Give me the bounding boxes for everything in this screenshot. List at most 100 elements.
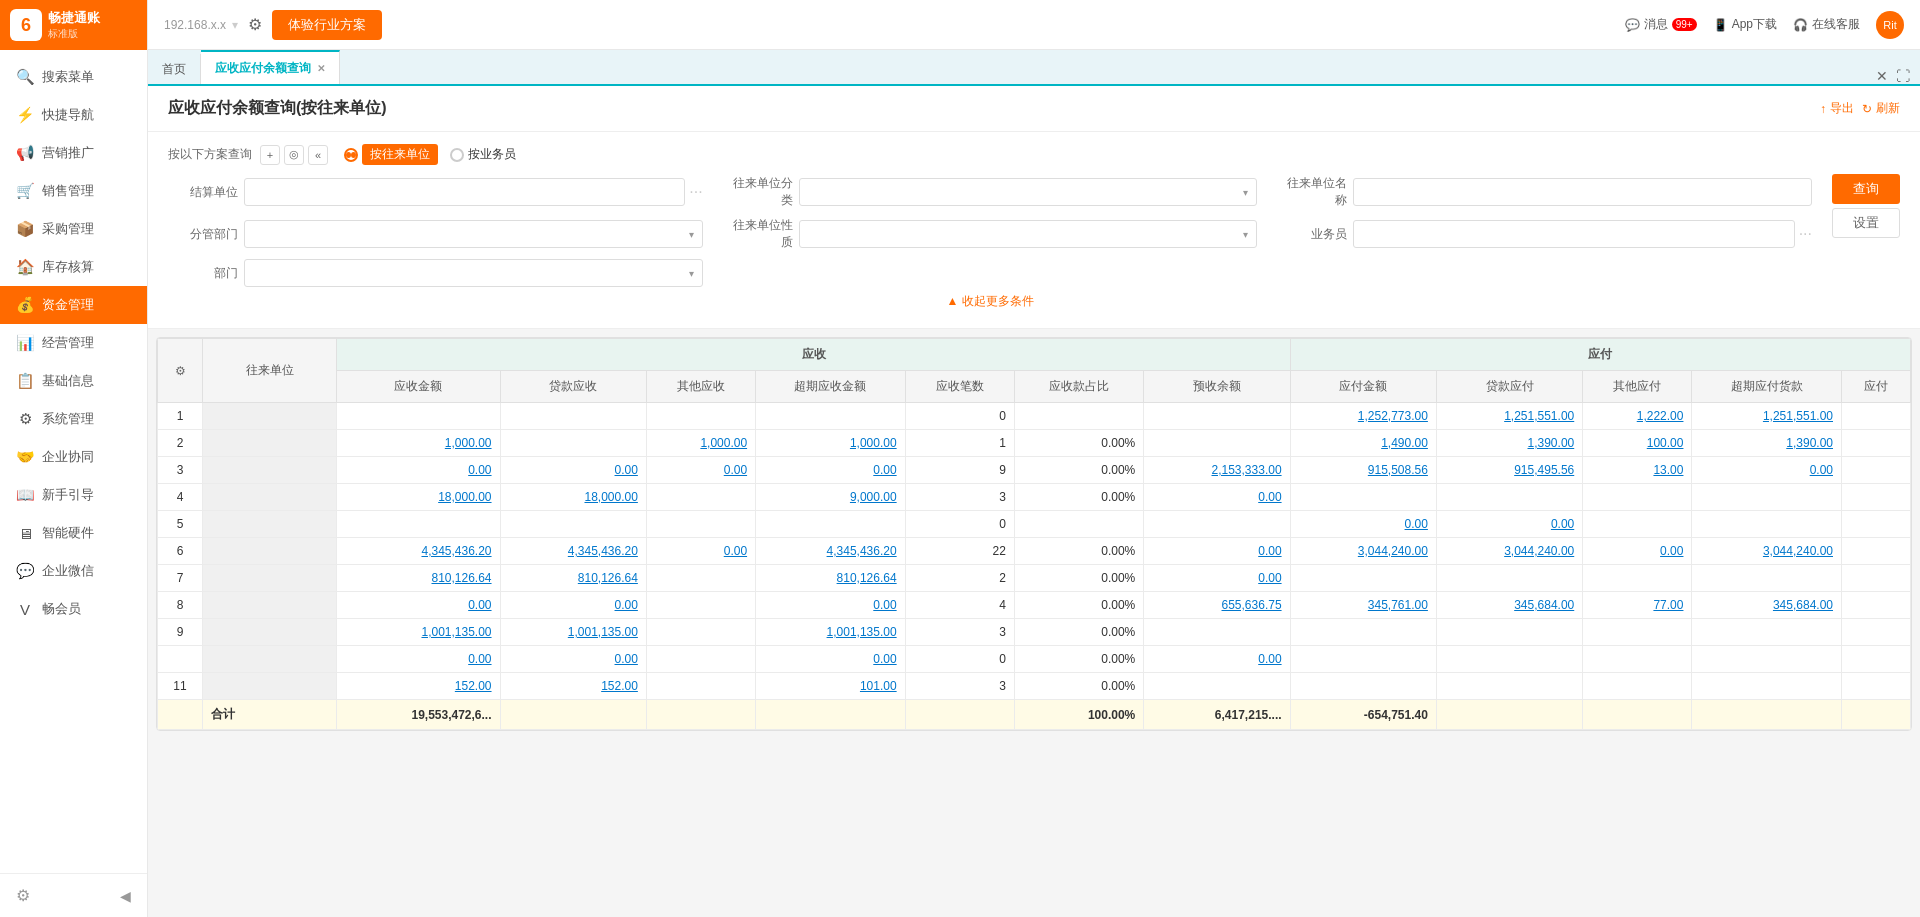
sidebar-item-搜索菜单[interactable]: 🔍 搜索菜单 bbox=[0, 58, 147, 96]
dept-select[interactable]: ▾ bbox=[244, 220, 703, 248]
online-service-action[interactable]: 🎧 在线客服 bbox=[1793, 16, 1860, 33]
ar_overdue-cell[interactable]: 0.00 bbox=[756, 592, 906, 619]
sidebar-item-新手引导[interactable]: 📖 新手引导 bbox=[0, 476, 147, 514]
tab-expand-icon[interactable]: ⛶ bbox=[1896, 68, 1910, 84]
ar_prepay-cell[interactable]: 0.00 bbox=[1144, 565, 1290, 592]
sidebar-item-企业微信[interactable]: 💬 企业微信 bbox=[0, 552, 147, 590]
ar_amount-cell[interactable]: 4,345,436.20 bbox=[337, 538, 500, 565]
ap_amount-cell[interactable]: 345,761.00 bbox=[1290, 592, 1436, 619]
tab-home[interactable]: 首页 bbox=[148, 54, 201, 84]
ap_amount-cell[interactable]: 1,252,773.00 bbox=[1290, 403, 1436, 430]
ar_amount-cell[interactable]: 18,000.00 bbox=[337, 484, 500, 511]
ap_loan-cell[interactable]: 1,390.00 bbox=[1436, 430, 1582, 457]
ar_loan-cell[interactable]: 0.00 bbox=[500, 592, 646, 619]
partner-name-input[interactable] bbox=[1353, 178, 1812, 206]
ar_overdue-cell[interactable]: 4,345,436.20 bbox=[756, 538, 906, 565]
ar_overdue-cell[interactable]: 810,126.64 bbox=[756, 565, 906, 592]
ar_prepay-cell[interactable]: 0.00 bbox=[1144, 646, 1290, 673]
sidebar-item-营销推广[interactable]: 📢 营销推广 bbox=[0, 134, 147, 172]
ar_loan-cell[interactable]: 18,000.00 bbox=[500, 484, 646, 511]
bumon-select[interactable]: ▾ bbox=[244, 259, 703, 287]
sidebar-item-库存核算[interactable]: 🏠 库存核算 bbox=[0, 248, 147, 286]
message-action[interactable]: 💬 消息 99+ bbox=[1625, 16, 1697, 33]
ap_other-cell[interactable]: 77.00 bbox=[1583, 592, 1692, 619]
ap_overdue-cell[interactable]: 345,684.00 bbox=[1692, 592, 1842, 619]
ar_other-cell[interactable]: 0.00 bbox=[646, 457, 755, 484]
ar_loan-cell[interactable]: 0.00 bbox=[500, 457, 646, 484]
ap_loan-cell[interactable]: 915,495.56 bbox=[1436, 457, 1582, 484]
ar_loan-cell[interactable]: 810,126.64 bbox=[500, 565, 646, 592]
sidebar-item-销售管理[interactable]: 🛒 销售管理 bbox=[0, 172, 147, 210]
ap_overdue-cell[interactable]: 0.00 bbox=[1692, 457, 1842, 484]
ap_amount-cell[interactable]: 3,044,240.00 bbox=[1290, 538, 1436, 565]
ap_other-cell[interactable]: 13.00 bbox=[1583, 457, 1692, 484]
table-settings-icon[interactable]: ⚙ bbox=[166, 357, 194, 385]
gear-icon[interactable]: ⚙ bbox=[248, 15, 262, 34]
ar_amount-cell[interactable]: 1,000.00 bbox=[337, 430, 500, 457]
ap_amount-cell[interactable]: 0.00 bbox=[1290, 511, 1436, 538]
tab-ar-query[interactable]: 应收应付余额查询 ✕ bbox=[201, 50, 340, 84]
ar_overdue-cell[interactable]: 1,001,135.00 bbox=[756, 619, 906, 646]
sidebar-item-智能硬件[interactable]: 🖥 智能硬件 bbox=[0, 514, 147, 552]
user-avatar[interactable]: Rit bbox=[1876, 11, 1904, 39]
sidebar-item-经营管理[interactable]: 📊 经营管理 bbox=[0, 324, 147, 362]
ar_amount-cell[interactable]: 152.00 bbox=[337, 673, 500, 700]
ap_loan-cell[interactable]: 1,251,551.00 bbox=[1436, 403, 1582, 430]
salesman-dots[interactable]: ··· bbox=[1799, 225, 1812, 243]
ap_overdue-cell[interactable]: 3,044,240.00 bbox=[1692, 538, 1842, 565]
ar_prepay-cell[interactable]: 0.00 bbox=[1144, 484, 1290, 511]
ar_overdue-cell[interactable]: 9,000.00 bbox=[756, 484, 906, 511]
sidebar-item-基础信息[interactable]: 📋 基础信息 bbox=[0, 362, 147, 400]
refresh-button[interactable]: ↻ 刷新 bbox=[1862, 100, 1900, 117]
ap_amount-cell[interactable]: 1,490.00 bbox=[1290, 430, 1436, 457]
ar_amount-cell[interactable]: 0.00 bbox=[337, 457, 500, 484]
settings-icon[interactable]: ⚙ bbox=[16, 886, 30, 905]
query-button[interactable]: 查询 bbox=[1832, 174, 1900, 204]
scheme-option-partner[interactable]: 按往来单位 bbox=[344, 144, 438, 165]
ar_prepay-cell[interactable]: 2,153,333.00 bbox=[1144, 457, 1290, 484]
sidebar-item-系统管理[interactable]: ⚙ 系统管理 bbox=[0, 400, 147, 438]
edit-scheme-button[interactable]: ◎ bbox=[284, 145, 304, 165]
ar_loan-cell[interactable]: 152.00 bbox=[500, 673, 646, 700]
ar_prepay-cell[interactable]: 655,636.75 bbox=[1144, 592, 1290, 619]
ar_amount-cell[interactable]: 0.00 bbox=[337, 592, 500, 619]
export-button[interactable]: ↑ 导出 bbox=[1820, 100, 1854, 117]
ap_loan-cell[interactable]: 345,684.00 bbox=[1436, 592, 1582, 619]
add-scheme-button[interactable]: + bbox=[260, 145, 280, 165]
ap_overdue-cell[interactable]: 1,251,551.00 bbox=[1692, 403, 1842, 430]
ar_amount-cell[interactable]: 1,001,135.00 bbox=[337, 619, 500, 646]
ap_other-cell[interactable]: 100.00 bbox=[1583, 430, 1692, 457]
tab-close-icon[interactable]: ✕ bbox=[317, 63, 325, 74]
partner-nature-select[interactable]: ▾ bbox=[799, 220, 1258, 248]
ar_amount-cell[interactable]: 810,126.64 bbox=[337, 565, 500, 592]
ar_overdue-cell[interactable]: 1,000.00 bbox=[756, 430, 906, 457]
ap_other-cell[interactable]: 0.00 bbox=[1583, 538, 1692, 565]
partner-category-select[interactable]: ▾ bbox=[799, 178, 1258, 206]
ar_overdue-cell[interactable]: 101.00 bbox=[756, 673, 906, 700]
ar_overdue-cell[interactable]: 0.00 bbox=[756, 646, 906, 673]
ar_loan-cell[interactable]: 0.00 bbox=[500, 646, 646, 673]
ar_prepay-cell[interactable]: 0.00 bbox=[1144, 538, 1290, 565]
ap_loan-cell[interactable]: 3,044,240.00 bbox=[1436, 538, 1582, 565]
setting-button[interactable]: 设置 bbox=[1832, 208, 1900, 238]
ar_loan-cell[interactable]: 1,001,135.00 bbox=[500, 619, 646, 646]
ar_other-cell[interactable]: 1,000.00 bbox=[646, 430, 755, 457]
sidebar-item-资金管理[interactable]: 💰 资金管理 bbox=[0, 286, 147, 324]
ar_loan-cell[interactable]: 4,345,436.20 bbox=[500, 538, 646, 565]
sidebar-item-畅会员[interactable]: V 畅会员 bbox=[0, 590, 147, 628]
settlement-unit-dots[interactable]: ··· bbox=[689, 183, 702, 201]
ap_other-cell[interactable]: 1,222.00 bbox=[1583, 403, 1692, 430]
ar_overdue-cell[interactable]: 0.00 bbox=[756, 457, 906, 484]
solution-button[interactable]: 体验行业方案 bbox=[272, 10, 382, 40]
ap_amount-cell[interactable]: 915,508.56 bbox=[1290, 457, 1436, 484]
sidebar-item-采购管理[interactable]: 📦 采购管理 bbox=[0, 210, 147, 248]
app-download-action[interactable]: 📱 App下载 bbox=[1713, 16, 1777, 33]
collapse-icon[interactable]: ◀ bbox=[120, 888, 131, 904]
salesman-input[interactable] bbox=[1353, 220, 1794, 248]
ap_overdue-cell[interactable]: 1,390.00 bbox=[1692, 430, 1842, 457]
settlement-unit-input[interactable] bbox=[244, 178, 685, 206]
ar_amount-cell[interactable]: 0.00 bbox=[337, 646, 500, 673]
collapse-scheme-button[interactable]: « bbox=[308, 145, 328, 165]
ap_loan-cell[interactable]: 0.00 bbox=[1436, 511, 1582, 538]
sidebar-item-快捷导航[interactable]: ⚡ 快捷导航 bbox=[0, 96, 147, 134]
